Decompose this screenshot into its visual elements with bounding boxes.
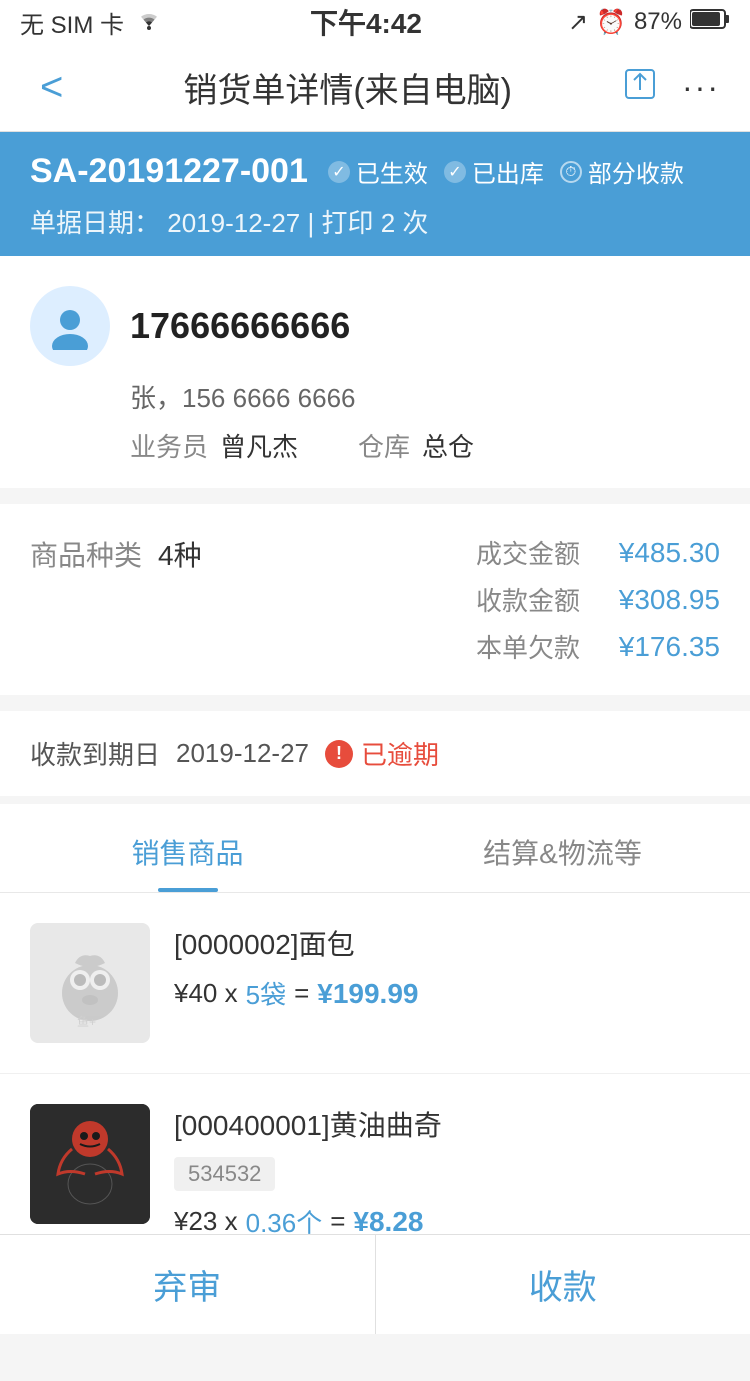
owed-value: ¥176.35 [600, 631, 720, 663]
product-price-1: ¥40 x 5袋 = ¥199.99 [174, 975, 720, 1012]
collected-value: ¥308.95 [600, 584, 720, 616]
quantity-1: 5袋 [246, 975, 286, 1012]
status-partial: ⏱ 部分收款 [560, 154, 684, 189]
total-1: ¥199.99 [317, 978, 418, 1010]
overdue-icon: ! [325, 740, 353, 768]
warehouse-label: 仓库 [358, 427, 410, 464]
product-thumb-1: 鱼+ [30, 923, 150, 1043]
battery-text: 87% [634, 8, 682, 36]
svg-text:鱼+: 鱼+ [77, 1015, 96, 1028]
print-label: | 打印 [307, 208, 373, 238]
customer-name-phone: 张，156 6666 6666 [130, 378, 720, 415]
due-date-label: 收款到期日 [30, 735, 160, 772]
stats-left: 商品种类 4种 [30, 534, 202, 574]
status-right: ↗ ⏰ 87% [568, 8, 730, 37]
product-item: 鱼+ [0000002]面包 ¥40 x 5袋 = ¥199.99 [0, 893, 750, 1074]
nav-bar: < 销货单详情(来自电脑) ··· [0, 44, 750, 132]
location-icon: ↗ [568, 8, 588, 37]
overdue-text: 已逾期 [361, 735, 439, 772]
due-date-value: 2019-12-27 [176, 738, 309, 769]
overdue-badge: ! 已逾期 [325, 735, 439, 772]
order-banner: SA-20191227-001 ✓ 已生效 ✓ 已出库 ⏱ 部分收款 单据日期：… [0, 132, 750, 256]
product-thumb-2 [30, 1104, 150, 1224]
back-button[interactable]: < [30, 65, 73, 110]
customer-phone: 17666666666 [130, 305, 350, 347]
tab-settlement[interactable]: 结算&物流等 [375, 804, 750, 892]
customer-avatar [30, 286, 110, 366]
warehouse-item: 仓库 总仓 [358, 427, 474, 464]
product-info-1: [0000002]面包 ¥40 x 5袋 = ¥199.99 [174, 923, 720, 1012]
salesman-item: 业务员 曾凡杰 [130, 427, 298, 464]
print-suffix: 次 [402, 208, 428, 238]
check-icon-1: ✓ [328, 161, 350, 183]
page-title: 销货单详情(来自电脑) [183, 63, 512, 112]
order-date-line: 单据日期： 2019-12-27 | 打印 2 次 [30, 203, 720, 240]
due-date-section: 收款到期日 2019-12-27 ! 已逾期 [0, 711, 750, 796]
product-types-label: 商品种类 [30, 534, 142, 574]
owed-row: 本单欠款 ¥176.35 [476, 628, 720, 665]
tabs-section: 销售商品 结算&物流等 [0, 804, 750, 893]
deal-amount-value: ¥485.30 [600, 537, 720, 569]
status-effective: ✓ 已生效 [328, 154, 428, 189]
customer-section: 17666666666 张，156 6666 6666 业务员 曾凡杰 仓库 总… [0, 256, 750, 488]
cancel-review-button[interactable]: 弃审 [0, 1235, 376, 1334]
status-bar: 无 SIM 卡 下午4:42 ↗ ⏰ 87% [0, 0, 750, 44]
salesman-label: 业务员 [130, 427, 208, 464]
salesman-value: 曾凡杰 [220, 427, 298, 464]
total-2: ¥8.28 [353, 1206, 423, 1238]
deal-amount-row: 成交金额 ¥485.30 [476, 534, 720, 571]
bottom-bar: 弃审 收款 [0, 1234, 750, 1334]
share-icon[interactable] [622, 66, 658, 109]
print-count: 2 [381, 208, 395, 238]
price-base-2: ¥23 x [174, 1206, 238, 1237]
tab-sales-products[interactable]: 销售商品 [0, 804, 375, 892]
collected-label: 收款金额 [476, 581, 580, 618]
collect-button[interactable]: 收款 [376, 1235, 750, 1334]
status-time: 下午4:42 [310, 2, 422, 42]
clock-icon: ⏱ [560, 161, 582, 183]
owed-label: 本单欠款 [476, 628, 580, 665]
customer-meta: 业务员 曾凡杰 仓库 总仓 [130, 427, 720, 464]
check-icon-2: ✓ [444, 161, 466, 183]
wifi-icon [134, 8, 164, 37]
equals-1: = [294, 978, 309, 1009]
stats-section: 商品种类 4种 成交金额 ¥485.30 收款金额 ¥308.95 本单欠款 ¥… [0, 504, 750, 695]
product-name-2: [000400001]黄油曲奇 [174, 1104, 720, 1144]
nav-actions: ··· [622, 66, 720, 109]
status-tags: ✓ 已生效 ✓ 已出库 ⏱ 部分收款 [328, 154, 684, 189]
status-left: 无 SIM 卡 [20, 5, 164, 40]
price-base-1: ¥40 x [174, 978, 238, 1009]
stats-right: 成交金额 ¥485.30 收款金额 ¥308.95 本单欠款 ¥176.35 [476, 534, 720, 665]
carrier-text: 无 SIM 卡 [20, 5, 124, 40]
tabs: 销售商品 结算&物流等 [0, 804, 750, 892]
products-section: 鱼+ [0000002]面包 ¥40 x 5袋 = ¥199.99 [0, 893, 750, 1271]
product-info-2: [000400001]黄油曲奇 534532 ¥23 x 0.36个 = ¥8.… [174, 1104, 720, 1240]
order-date: 2019-12-27 [167, 208, 300, 238]
product-sku-2: 534532 [174, 1157, 275, 1191]
warehouse-value: 总仓 [422, 427, 474, 464]
status-shipped: ✓ 已出库 [444, 154, 544, 189]
battery-icon [690, 8, 730, 37]
product-name-1: [0000002]面包 [174, 923, 720, 963]
date-label: 单据日期： [30, 208, 160, 238]
order-number: SA-20191227-001 [30, 152, 308, 191]
deal-amount-label: 成交金额 [476, 534, 580, 571]
alarm-icon: ⏰ [596, 8, 626, 37]
product-types-value: 4种 [158, 534, 202, 574]
equals-2: = [330, 1206, 345, 1237]
more-icon[interactable]: ··· [682, 69, 720, 106]
collected-row: 收款金额 ¥308.95 [476, 581, 720, 618]
